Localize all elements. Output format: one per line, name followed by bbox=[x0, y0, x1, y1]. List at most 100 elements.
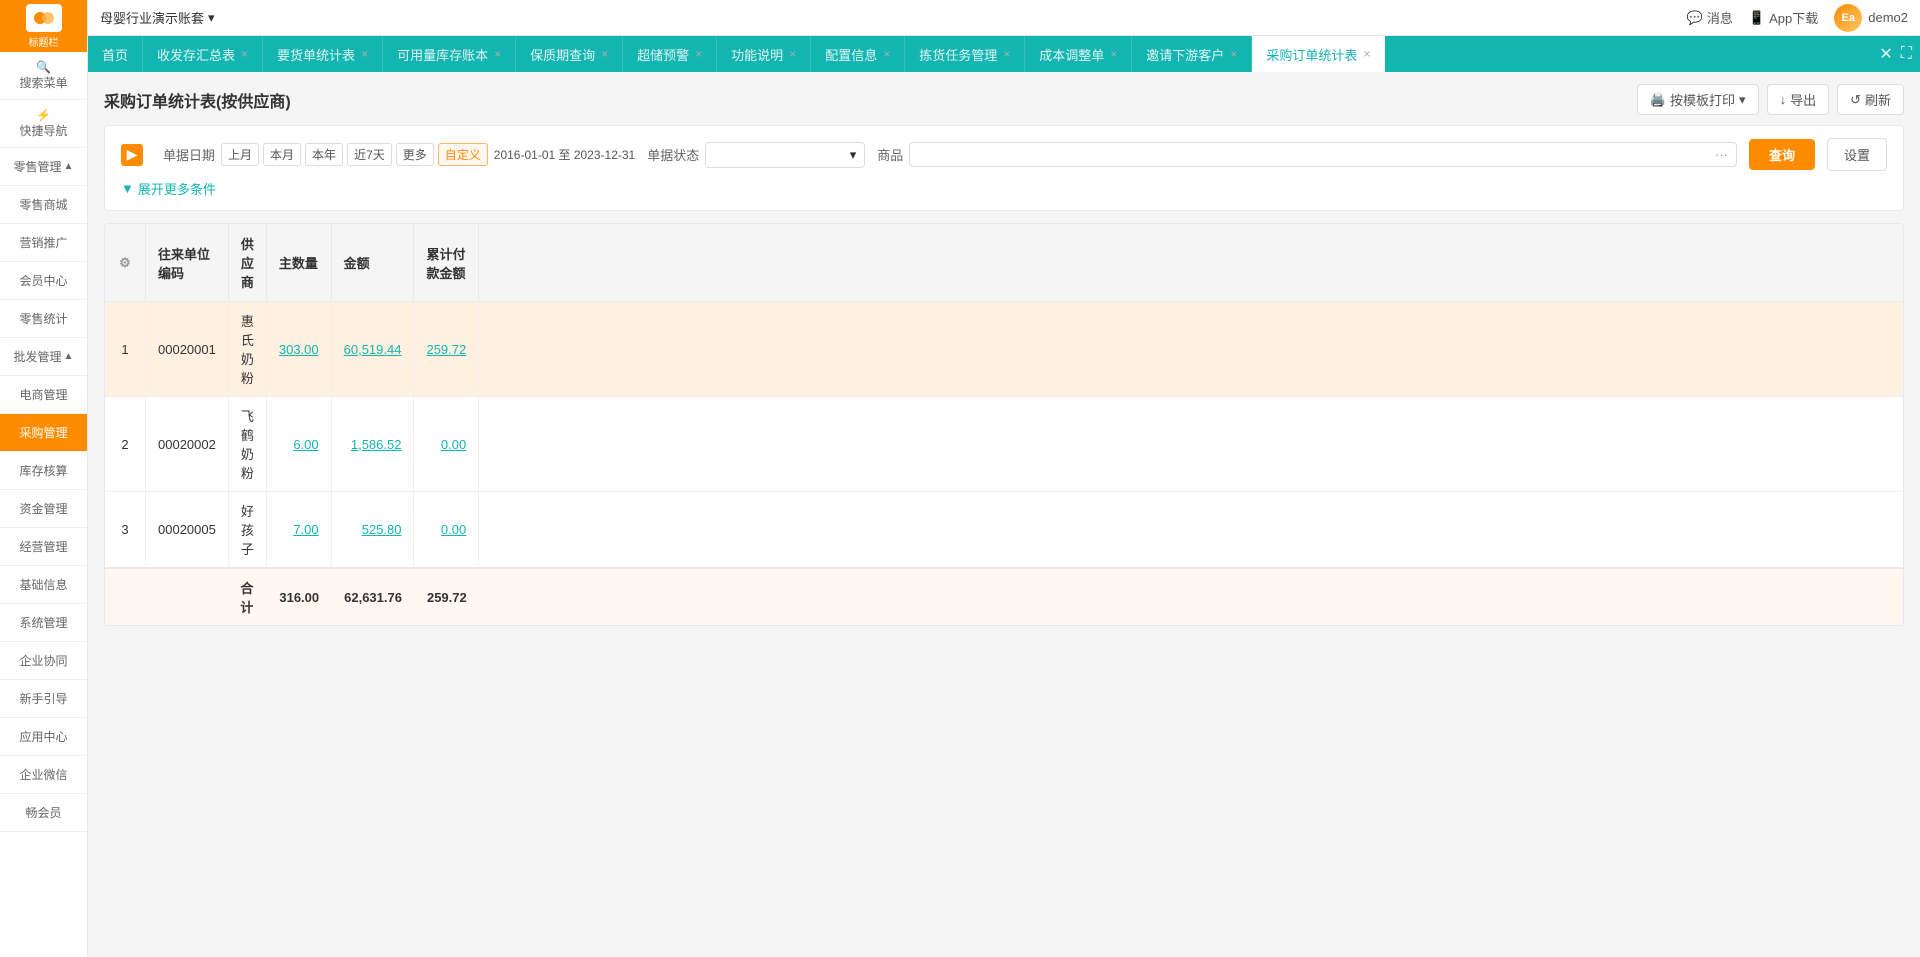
close-tab-icon[interactable]: ✕ bbox=[1879, 44, 1892, 64]
footer-paid-amount: 259.72 bbox=[414, 568, 479, 625]
date-btn-more[interactable]: 更多 bbox=[396, 143, 434, 166]
expand-icon: ▼ bbox=[121, 181, 134, 196]
tab-close-icon[interactable]: × bbox=[789, 47, 796, 61]
row-supplier: 好孩子 bbox=[228, 492, 266, 569]
paid-link[interactable]: 0.00 bbox=[441, 522, 466, 537]
sidebar-item-wholesale[interactable]: 批发管理 ▲ bbox=[0, 338, 87, 376]
sidebar-item-retail-shop[interactable]: 零售商城 bbox=[0, 186, 87, 224]
tab-function-desc-label: 功能说明 bbox=[731, 45, 783, 64]
tab-close-icon[interactable]: × bbox=[1003, 47, 1010, 61]
paid-link[interactable]: 259.72 bbox=[426, 342, 466, 357]
tab-close-icon[interactable]: × bbox=[883, 47, 890, 61]
app-download-button[interactable]: 📱 App下载 bbox=[1749, 8, 1818, 27]
goods-input[interactable]: ··· bbox=[909, 142, 1737, 167]
sidebar-item-member[interactable]: 畅会员 bbox=[0, 794, 87, 832]
tab-close-icon[interactable]: × bbox=[494, 47, 501, 61]
wholesale-arrow-icon: ▲ bbox=[64, 351, 74, 362]
sidebar-quick-nav[interactable]: ⚡ 快捷导航 bbox=[0, 100, 87, 148]
date-btn-this-month[interactable]: 本月 bbox=[263, 143, 301, 166]
tab-close-icon[interactable]: × bbox=[695, 47, 702, 61]
tab-receive-summary-label: 收发存汇总表 bbox=[157, 45, 235, 64]
tab-close-icon[interactable]: × bbox=[601, 47, 608, 61]
tab-close-icon[interactable]: × bbox=[361, 47, 368, 61]
app-logo[interactable]: 标题栏 bbox=[0, 0, 88, 52]
sidebar-item-operations[interactable]: 经营管理 bbox=[0, 528, 87, 566]
tab-cost-adjust[interactable]: 成本调整单 × bbox=[1025, 36, 1132, 72]
data-table: ⚙ 往来单位编码 供应商 主数量 金额 累计付款金额 1 00020001 bbox=[105, 224, 1903, 625]
table-row[interactable]: 3 00020005 好孩子 7.00 525.80 0.00 bbox=[105, 492, 1903, 569]
sidebar-marketing-label: 营销推广 bbox=[19, 234, 67, 251]
workspace-selector[interactable]: 母婴行业演示账套 ▾ bbox=[100, 8, 215, 27]
date-btn-last-month[interactable]: 上月 bbox=[221, 143, 259, 166]
row-unit-code: 00020001 bbox=[146, 302, 229, 397]
user-profile[interactable]: Ea demo2 bbox=[1834, 4, 1908, 32]
sidebar-item-member-center[interactable]: 会员中心 bbox=[0, 262, 87, 300]
date-btn-this-year[interactable]: 本年 bbox=[305, 143, 343, 166]
tab-receive-summary[interactable]: 收发存汇总表 × bbox=[143, 36, 263, 72]
sidebar-item-enterprise-wechat[interactable]: 企业微信 bbox=[0, 756, 87, 794]
tab-expiry-query[interactable]: 保质期查询 × bbox=[516, 36, 623, 72]
sidebar-item-new-guide[interactable]: 新手引导 bbox=[0, 680, 87, 718]
row-paid-amount: 0.00 bbox=[414, 492, 479, 569]
expand-more-filters[interactable]: ▼ 展开更多条件 bbox=[121, 179, 1887, 198]
refresh-button[interactable]: ↺ 刷新 bbox=[1837, 84, 1904, 115]
tab-function-desc[interactable]: 功能说明 × bbox=[717, 36, 811, 72]
quantity-link[interactable]: 6.00 bbox=[293, 437, 318, 452]
paid-link[interactable]: 0.00 bbox=[441, 437, 466, 452]
sidebar-item-system[interactable]: 系统管理 bbox=[0, 604, 87, 642]
column-settings-icon[interactable]: ⚙ bbox=[117, 255, 133, 271]
sidebar-retail-shop-label: 零售商城 bbox=[19, 196, 67, 213]
sidebar-item-retail-stat[interactable]: 零售统计 bbox=[0, 300, 87, 338]
quantity-link[interactable]: 7.00 bbox=[293, 522, 318, 537]
tab-purchase-summary[interactable]: 采购订单统计表 × bbox=[1252, 36, 1385, 72]
sidebar-system-label: 系统管理 bbox=[19, 614, 67, 631]
amount-link[interactable]: 525.80 bbox=[362, 522, 402, 537]
tab-close-active-icon[interactable]: × bbox=[1363, 47, 1370, 61]
sidebar-item-ecommerce[interactable]: 电商管理 bbox=[0, 376, 87, 414]
amount-link[interactable]: 60,519.44 bbox=[344, 342, 402, 357]
tab-invite-downstream-label: 邀请下游客户 bbox=[1146, 45, 1224, 64]
goods-input-more-icon[interactable]: ··· bbox=[1715, 147, 1728, 162]
date-btn-7days[interactable]: 近7天 bbox=[347, 143, 392, 166]
tab-close-icon[interactable]: × bbox=[1110, 47, 1117, 61]
download-icon: 📱 bbox=[1749, 10, 1765, 26]
filter-area: ▶ 单据日期 上月 本月 本年 近7天 更多 自定义 2016-01-01 至 … bbox=[104, 125, 1904, 211]
status-select[interactable]: ▾ bbox=[705, 142, 865, 168]
tab-home[interactable]: 首页 bbox=[88, 36, 143, 72]
maximize-icon[interactable]: ⛶ bbox=[1901, 45, 1912, 63]
tab-close-icon[interactable]: × bbox=[1230, 47, 1237, 61]
table-header-row: ⚙ 往来单位编码 供应商 主数量 金额 累计付款金额 bbox=[105, 224, 1903, 302]
quantity-link[interactable]: 303.00 bbox=[279, 342, 319, 357]
table-row[interactable]: 1 00020001 惠氏奶粉 303.00 60,519.44 259.72 bbox=[105, 302, 1903, 397]
query-button[interactable]: 查询 bbox=[1749, 139, 1815, 170]
sidebar-item-basic-info[interactable]: 基础信息 bbox=[0, 566, 87, 604]
sidebar-enterprise-label: 企业协同 bbox=[19, 652, 67, 669]
sidebar-item-app-center[interactable]: 应用中心 bbox=[0, 718, 87, 756]
tab-config-info[interactable]: 配置信息 × bbox=[811, 36, 905, 72]
tab-close-icon[interactable]: × bbox=[241, 47, 248, 61]
tab-overstock-alert[interactable]: 超储预警 × bbox=[623, 36, 717, 72]
sidebar-search[interactable]: 🔍 搜索菜单 bbox=[0, 52, 87, 100]
export-button[interactable]: ↓ 导出 bbox=[1767, 84, 1830, 115]
main-area: 母婴行业演示账套 ▾ 💬 消息 📱 App下载 Ea demo2 首页 收发存汇… bbox=[88, 0, 1920, 957]
tab-available-stock[interactable]: 可用量库存账本 × bbox=[383, 36, 516, 72]
footer-label: 合计 bbox=[228, 568, 266, 625]
sidebar-item-inventory[interactable]: 库存核算 bbox=[0, 452, 87, 490]
sidebar-item-purchase[interactable]: 采购管理 bbox=[0, 414, 87, 452]
print-button[interactable]: 🖨️ 按模板打印 ▾ bbox=[1637, 84, 1759, 115]
sidebar-item-marketing[interactable]: 营销推广 bbox=[0, 224, 87, 262]
sidebar-item-retail-manage[interactable]: 零售管理 ▲ bbox=[0, 148, 87, 186]
settings-button[interactable]: 设置 bbox=[1827, 138, 1887, 171]
top-bar: 母婴行业演示账套 ▾ 💬 消息 📱 App下载 Ea demo2 bbox=[88, 0, 1920, 36]
sidebar-item-enterprise[interactable]: 企业协同 bbox=[0, 642, 87, 680]
tab-pickup-task[interactable]: 拣货任务管理 × bbox=[905, 36, 1025, 72]
filter-toggle-button[interactable]: ▶ bbox=[121, 144, 143, 166]
row-extra bbox=[479, 492, 1903, 569]
messages-button[interactable]: 💬 消息 bbox=[1687, 8, 1733, 27]
tab-invite-downstream[interactable]: 邀请下游客户 × bbox=[1132, 36, 1252, 72]
tab-order-summary[interactable]: 要货单统计表 × bbox=[263, 36, 383, 72]
sidebar-item-finance[interactable]: 资金管理 bbox=[0, 490, 87, 528]
tab-purchase-summary-label: 采购订单统计表 bbox=[1266, 45, 1357, 64]
amount-link[interactable]: 1,586.52 bbox=[351, 437, 402, 452]
table-row[interactable]: 2 00020002 飞鹤奶粉 6.00 1,586.52 0.00 bbox=[105, 397, 1903, 492]
